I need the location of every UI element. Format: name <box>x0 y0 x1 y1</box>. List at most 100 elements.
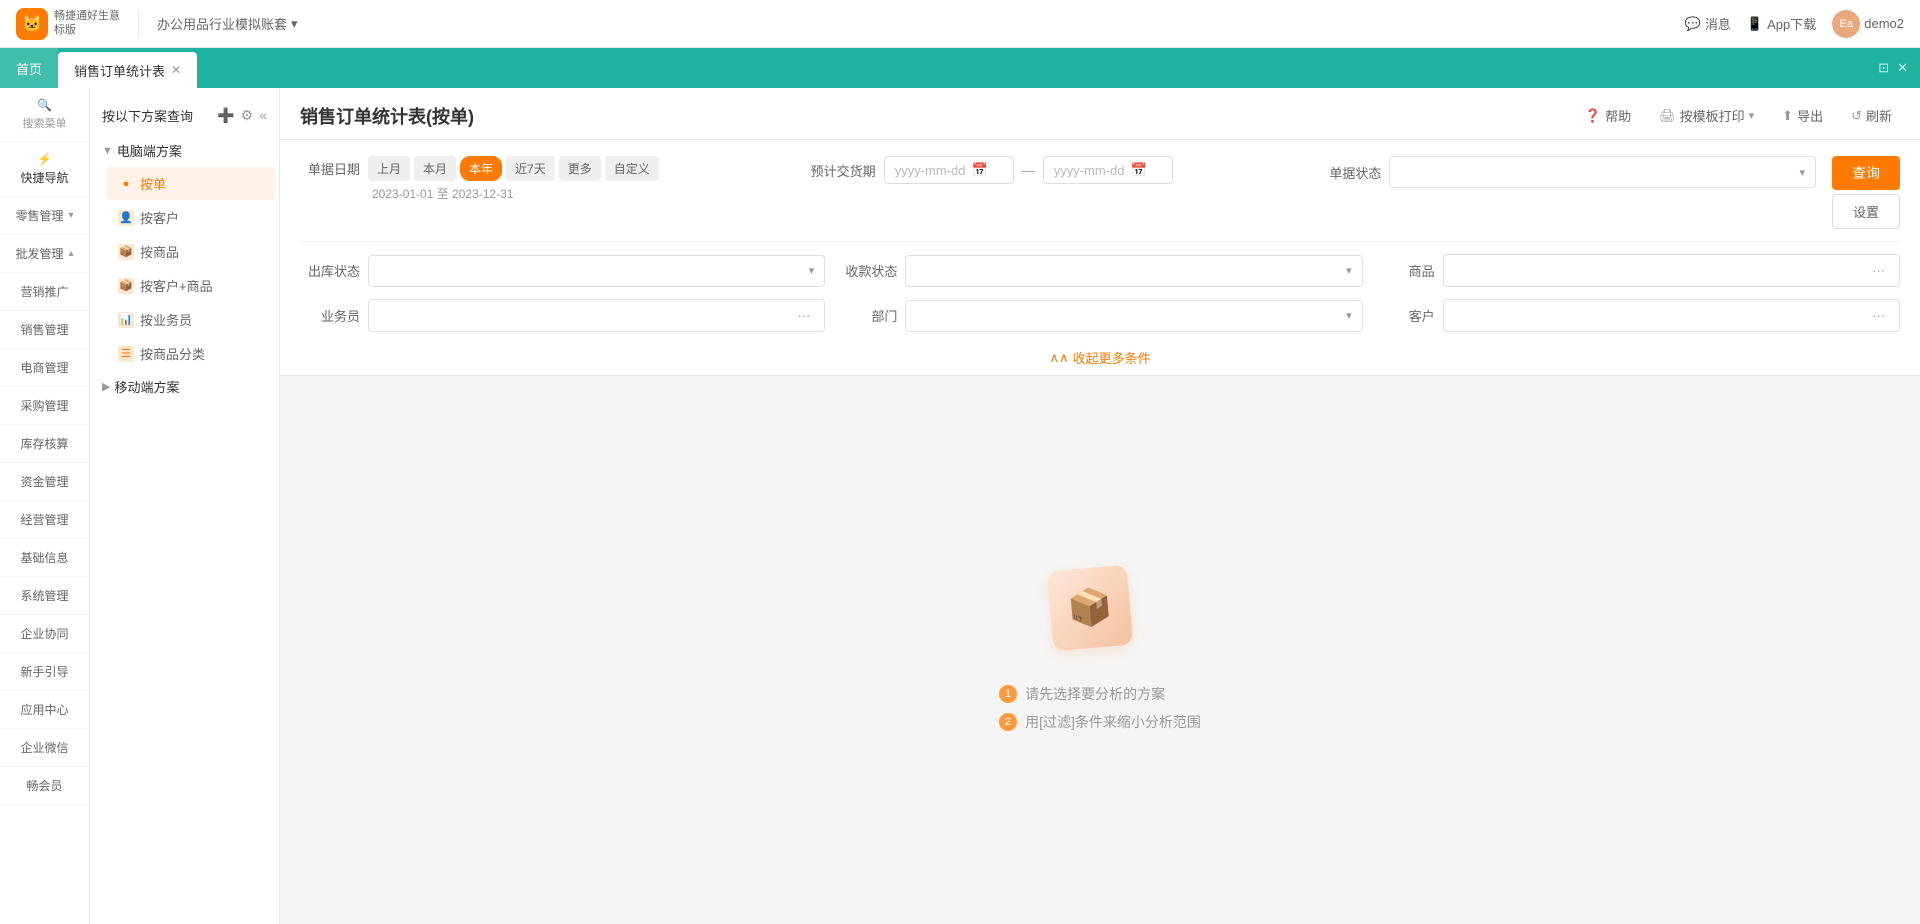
scheme-item-by-order[interactable]: ● 按单 <box>106 167 275 200</box>
tab-sales-stat-label: 销售订单统计表 <box>74 61 165 80</box>
order-status-arrow: ▾ <box>1799 166 1805 179</box>
sidebar-item-purchase[interactable]: 采购管理 <box>0 387 89 425</box>
scheme-group-mobile-title[interactable]: ▶ 移动端方案 <box>90 371 279 402</box>
start-date-placeholder: yyyy-mm-dd <box>895 163 966 178</box>
app-download-btn[interactable]: 📱 App下载 <box>1747 14 1816 33</box>
sidebar-item-sales[interactable]: 销售管理 <box>0 311 89 349</box>
sidebar-item-ecom[interactable]: 电商管理 <box>0 349 89 387</box>
last-7-btn[interactable]: 近7天 <box>506 156 555 181</box>
goods-select[interactable]: ··· <box>1443 254 1900 287</box>
by-order-icon: ● <box>118 176 134 192</box>
more-btn[interactable]: 更多 <box>559 156 601 181</box>
date-separator: — <box>1022 163 1035 178</box>
by-cust-goods-label: 按客户+商品 <box>140 276 213 295</box>
calendar-end-icon: 📅 <box>1130 162 1146 178</box>
export-btn[interactable]: ⬆ 导出 <box>1774 102 1831 129</box>
empty-icon-container: 📦 <box>1050 568 1150 668</box>
scheme-item-by-cust-goods[interactable]: 📦 按客户+商品 <box>106 269 275 302</box>
logo-text: 畅捷通好生意 标版 <box>54 10 120 36</box>
end-date-input[interactable]: yyyy-mm-dd 📅 <box>1043 156 1173 184</box>
restore-icon[interactable]: ⊡ <box>1878 60 1889 76</box>
ship-status-select[interactable]: ▾ <box>368 255 825 287</box>
topbar-title[interactable]: 办公用品行业模拟账套 ▾ <box>157 14 298 33</box>
sidebar-item-wechat[interactable]: 企业微信 <box>0 729 89 767</box>
scheme-item-by-staff[interactable]: 📊 按业务员 <box>106 303 275 336</box>
sidebar-item-newbie[interactable]: 新手引导 <box>0 653 89 691</box>
scheme-item-by-customer[interactable]: 👤 按客户 <box>106 201 275 234</box>
this-month-btn[interactable]: 本月 <box>414 156 456 181</box>
collapse-up-icon: ∧∧ <box>1049 350 1068 366</box>
message-icon: 💬 <box>1685 16 1701 32</box>
query-btn[interactable]: 查询 <box>1832 156 1900 190</box>
topbar-left: 🐱 畅捷通好生意 标版 办公用品行业模拟账套 ▾ <box>16 8 298 40</box>
export-label: 导出 <box>1797 106 1823 125</box>
sidebar-item-appstore[interactable]: 应用中心 <box>0 691 89 729</box>
sidebar-item-marketing[interactable]: 营销推广 <box>0 273 89 311</box>
sidebar-item-ops[interactable]: 经营管理 <box>0 501 89 539</box>
tab-home[interactable]: 首页 <box>0 48 58 88</box>
enterprise-label: 企业协同 <box>20 625 68 642</box>
user-avatar-text: Ea <box>1840 18 1853 30</box>
member-label: 畅会员 <box>26 777 62 794</box>
end-date-placeholder: yyyy-mm-dd <box>1054 163 1125 178</box>
message-label: 消息 <box>1705 14 1731 33</box>
prev-month-btn[interactable]: 上月 <box>368 156 410 181</box>
scheme-group-pc: ▼ 电脑端方案 ● 按单 👤 按客户 📦 按商品 📦 按客户+商 <box>90 135 279 370</box>
sidebar-search[interactable]: 🔍 搜索菜单 <box>0 88 89 142</box>
sidebar-item-finance[interactable]: 资金管理 <box>0 463 89 501</box>
scheme-item-by-category[interactable]: ☰ 按商品分类 <box>106 337 275 370</box>
salesperson-select[interactable]: ··· <box>368 299 825 332</box>
sidebar-item-wholesale[interactable]: 批发管理 ▴ <box>0 235 89 273</box>
help-btn[interactable]: ❓ 帮助 <box>1577 102 1639 129</box>
by-customer-label: 按客户 <box>140 208 179 227</box>
left-panel: 按以下方案查询 ➕ ⚙ « ▼ 电脑端方案 ● 按单 👤 按客户 <box>90 88 280 924</box>
user-area[interactable]: Ea demo2 <box>1832 10 1904 38</box>
sidebar-item-system[interactable]: 系统管理 <box>0 577 89 615</box>
goods-ellipsis-icon[interactable]: ··· <box>1868 261 1889 280</box>
empty-state: 📦 1 请先选择要分析的方案 2 用[过滤]条件来缩小分析范围 <box>280 376 1920 924</box>
add-scheme-icon[interactable]: ➕ <box>217 107 234 124</box>
ecom-label: 电商管理 <box>20 359 68 376</box>
customer-select[interactable]: ··· <box>1443 299 1900 332</box>
tab-close-icon[interactable]: ✕ <box>171 63 181 77</box>
calendar-start-icon: 📅 <box>971 162 987 178</box>
message-btn[interactable]: 💬 消息 <box>1685 14 1731 33</box>
quick-nav-icon: ⚡ <box>37 152 52 166</box>
tab-sales-stat[interactable]: 销售订单统计表 ✕ <box>58 52 197 88</box>
sidebar-item-basic[interactable]: 基础信息 <box>0 539 89 577</box>
collapse-label: 收起更多条件 <box>1073 348 1151 367</box>
sidebar-item-inventory[interactable]: 库存核算 <box>0 425 89 463</box>
collapse-panel-icon[interactable]: « <box>259 107 267 124</box>
department-select[interactable]: ▾ <box>905 300 1362 332</box>
reset-btn[interactable]: 设置 <box>1832 194 1900 229</box>
scheme-group-pc-title[interactable]: ▼ 电脑端方案 <box>90 135 279 166</box>
sidebar: 🔍 搜索菜单 ⚡ 快捷导航 零售管理 ▾ 批发管理 ▴ 营销推广 销售管理 电商… <box>0 88 90 924</box>
expected-delivery-area: 预计交货期 yyyy-mm-dd 📅 — yyyy-mm-dd 📅 <box>811 156 1306 184</box>
settings-scheme-icon[interactable]: ⚙ <box>241 107 254 124</box>
order-status-select[interactable]: ▾ <box>1389 156 1816 188</box>
by-staff-icon: 📊 <box>118 312 134 328</box>
by-order-label: 按单 <box>140 174 166 193</box>
sidebar-item-quick-nav[interactable]: ⚡ 快捷导航 <box>0 142 89 197</box>
custom-btn[interactable]: 自定义 <box>605 156 659 181</box>
template-print-label: 按模板打印 <box>1680 106 1745 125</box>
scheme-item-by-goods[interactable]: 📦 按商品 <box>106 235 275 268</box>
collapse-bar[interactable]: ∧∧ 收起更多条件 <box>280 340 1920 376</box>
customer-ellipsis-icon[interactable]: ··· <box>1868 306 1889 325</box>
panel-header: 按以下方案查询 ➕ ⚙ « <box>90 100 279 135</box>
start-date-input[interactable]: yyyy-mm-dd 📅 <box>884 156 1014 184</box>
sidebar-item-enterprise[interactable]: 企业协同 <box>0 615 89 653</box>
close-icon[interactable]: ✕ <box>1897 60 1908 76</box>
payment-status-select[interactable]: ▾ <box>905 255 1362 287</box>
topbar-title-chevron[interactable]: ▾ <box>291 16 298 32</box>
salesperson-ellipsis-icon[interactable]: ··· <box>793 306 814 325</box>
sidebar-item-member[interactable]: 畅会员 <box>0 767 89 805</box>
this-year-btn[interactable]: 本年 <box>460 156 502 181</box>
refresh-btn[interactable]: ↺ 刷新 <box>1843 102 1900 129</box>
customer-cell: 客户 ··· <box>1375 299 1900 332</box>
template-print-btn[interactable]: 🖨 按模板打印 ▾ <box>1651 102 1762 129</box>
salesperson-label: 业务员 <box>300 306 360 325</box>
sidebar-item-retail[interactable]: 零售管理 ▾ <box>0 197 89 235</box>
system-label: 系统管理 <box>20 587 68 604</box>
scheme-group-mobile: ▶ 移动端方案 <box>90 371 279 402</box>
